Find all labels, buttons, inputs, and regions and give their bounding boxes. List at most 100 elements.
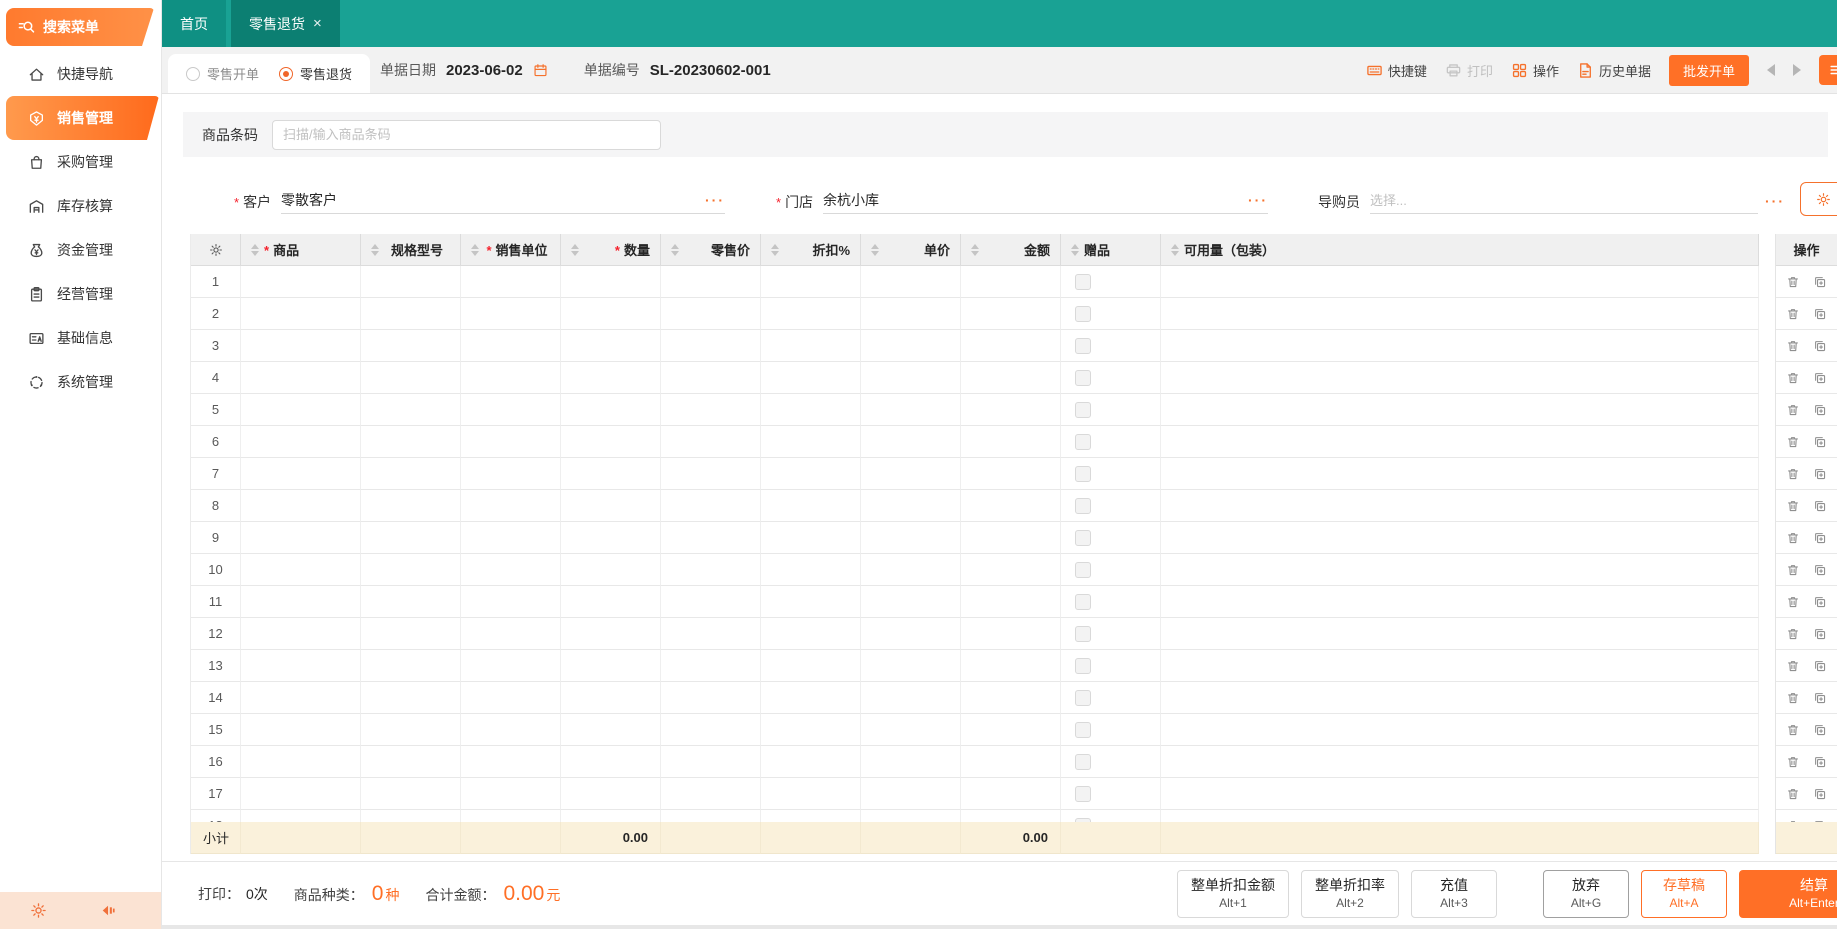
- table-cell[interactable]: [961, 298, 1061, 330]
- delete-row-icon[interactable]: [1786, 659, 1800, 673]
- table-cell[interactable]: [761, 618, 861, 650]
- table-cell[interactable]: [961, 586, 1061, 618]
- gift-checkbox[interactable]: [1075, 273, 1091, 290]
- copy-row-icon[interactable]: [1813, 563, 1827, 577]
- gift-checkbox[interactable]: [1075, 721, 1091, 738]
- table-cell[interactable]: [761, 682, 861, 714]
- copy-row-icon[interactable]: [1813, 627, 1827, 641]
- table-cell[interactable]: [241, 490, 361, 522]
- table-cell[interactable]: [1161, 778, 1759, 810]
- shortcut-keys-link[interactable]: 快捷键: [1366, 61, 1427, 80]
- table-cell[interactable]: [241, 298, 361, 330]
- copy-row-icon[interactable]: [1813, 371, 1827, 385]
- table-cell[interactable]: [961, 714, 1061, 746]
- table-cell[interactable]: [561, 746, 661, 778]
- gift-checkbox[interactable]: [1075, 657, 1091, 674]
- guide-field[interactable]: 选择...: [1370, 186, 1758, 214]
- table-cell[interactable]: [761, 458, 861, 490]
- table-cell[interactable]: [461, 618, 561, 650]
- column-header-4[interactable]: * 数量: [561, 234, 661, 266]
- table-cell[interactable]: [861, 810, 961, 822]
- sort-icon[interactable]: [1171, 243, 1179, 256]
- table-cell[interactable]: [661, 618, 761, 650]
- table-cell[interactable]: [561, 490, 661, 522]
- table-cell[interactable]: [561, 682, 661, 714]
- table-cell[interactable]: [661, 458, 761, 490]
- gift-checkbox[interactable]: [1075, 625, 1091, 642]
- search-menu-button[interactable]: 搜索菜单: [6, 8, 154, 46]
- table-cell[interactable]: [1161, 682, 1759, 714]
- table-cell[interactable]: [561, 298, 661, 330]
- date-value[interactable]: 2023-06-02: [446, 62, 523, 79]
- table-cell[interactable]: [241, 618, 361, 650]
- calendar-icon[interactable]: [533, 63, 548, 78]
- menu-button[interactable]: [1819, 55, 1837, 85]
- table-cell[interactable]: [561, 650, 661, 682]
- radio-retail-return[interactable]: 零售退货: [279, 64, 352, 83]
- table-cell[interactable]: [241, 746, 361, 778]
- table-cell[interactable]: [461, 650, 561, 682]
- sidebar-item-8[interactable]: 系统管理: [0, 360, 161, 404]
- table-cell[interactable]: [1161, 458, 1759, 490]
- gift-checkbox[interactable]: [1075, 337, 1091, 354]
- table-cell[interactable]: [1161, 714, 1759, 746]
- table-cell[interactable]: [561, 394, 661, 426]
- table-cell[interactable]: [361, 330, 461, 362]
- table-cell[interactable]: [761, 394, 861, 426]
- copy-row-icon[interactable]: [1813, 691, 1827, 705]
- table-cell[interactable]: [1161, 554, 1759, 586]
- table-cell[interactable]: [361, 458, 461, 490]
- table-cell[interactable]: [1161, 266, 1759, 298]
- table-cell[interactable]: [661, 362, 761, 394]
- table-cell[interactable]: [241, 554, 361, 586]
- table-cell[interactable]: [961, 746, 1061, 778]
- table-cell[interactable]: [861, 650, 961, 682]
- delete-row-icon[interactable]: [1786, 755, 1800, 769]
- table-cell[interactable]: [461, 362, 561, 394]
- table-cell[interactable]: [761, 298, 861, 330]
- table-cell[interactable]: [461, 330, 561, 362]
- sidebar-item-3[interactable]: 采购管理: [0, 140, 161, 184]
- table-cell[interactable]: [1161, 618, 1759, 650]
- table-cell[interactable]: [761, 810, 861, 822]
- column-header-2[interactable]: 规格型号: [361, 234, 461, 266]
- table-cell[interactable]: [861, 682, 961, 714]
- table-cell[interactable]: [561, 554, 661, 586]
- table-cell[interactable]: [561, 458, 661, 490]
- column-header-3[interactable]: * 销售单位: [461, 234, 561, 266]
- table-cell[interactable]: [361, 810, 461, 822]
- table-cell[interactable]: [861, 458, 961, 490]
- table-cell[interactable]: [461, 426, 561, 458]
- table-cell[interactable]: [661, 682, 761, 714]
- copy-row-icon[interactable]: [1813, 435, 1827, 449]
- column-settings-button[interactable]: [1800, 182, 1837, 216]
- table-cell[interactable]: [361, 394, 461, 426]
- table-cell[interactable]: [961, 810, 1061, 822]
- table-cell[interactable]: [661, 586, 761, 618]
- sort-icon[interactable]: [371, 243, 379, 256]
- table-cell[interactable]: [961, 426, 1061, 458]
- table-cell[interactable]: [661, 298, 761, 330]
- table-cell[interactable]: [961, 362, 1061, 394]
- table-cell[interactable]: [361, 426, 461, 458]
- copy-row-icon[interactable]: [1813, 275, 1827, 289]
- table-cell[interactable]: [961, 778, 1061, 810]
- delete-row-icon[interactable]: [1786, 275, 1800, 289]
- table-cell[interactable]: [661, 426, 761, 458]
- sort-icon[interactable]: [671, 243, 679, 256]
- gift-checkbox[interactable]: [1075, 529, 1091, 546]
- table-cell[interactable]: [461, 810, 561, 822]
- wholesale-order-button[interactable]: 批发开单: [1668, 54, 1749, 86]
- table-cell[interactable]: [761, 522, 861, 554]
- collapse-sidebar-icon[interactable]: [99, 902, 116, 919]
- table-cell[interactable]: [1161, 810, 1759, 822]
- table-cell[interactable]: [361, 266, 461, 298]
- copy-row-icon[interactable]: [1813, 595, 1827, 609]
- sort-icon[interactable]: [471, 243, 479, 256]
- gift-checkbox[interactable]: [1075, 561, 1091, 578]
- table-cell[interactable]: [461, 554, 561, 586]
- delete-row-icon[interactable]: [1786, 339, 1800, 353]
- table-cell[interactable]: [361, 778, 461, 810]
- copy-row-icon[interactable]: [1813, 467, 1827, 481]
- table-cell[interactable]: [761, 490, 861, 522]
